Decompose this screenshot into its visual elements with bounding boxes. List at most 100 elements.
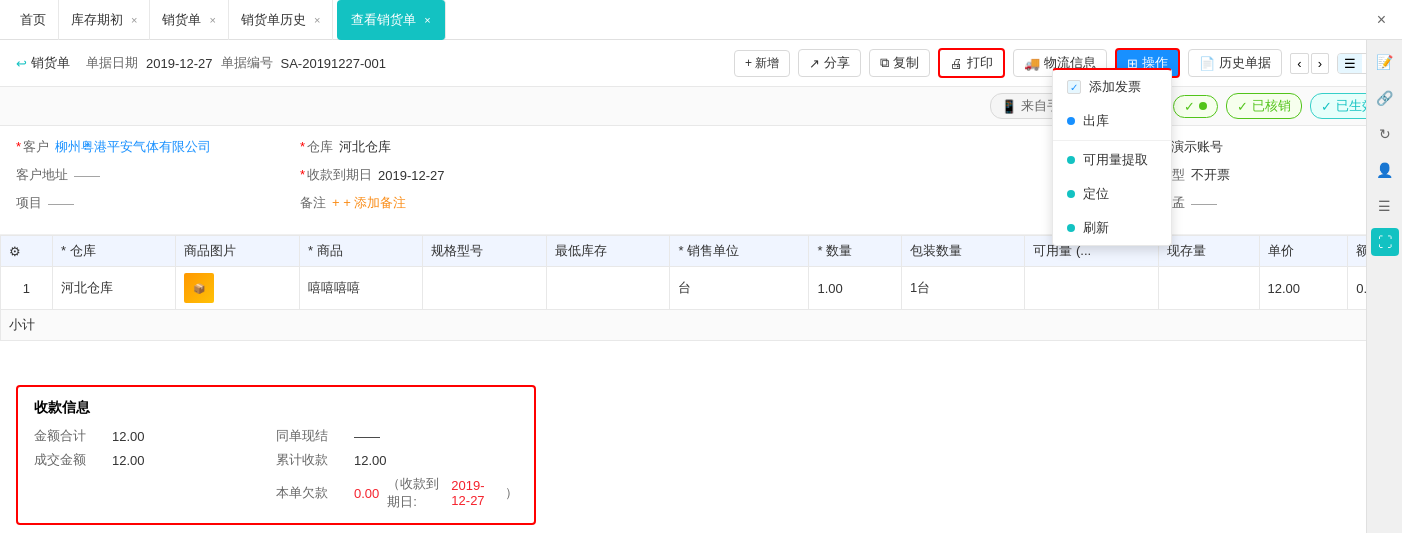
subtotal-row: 小计 [1,310,1402,341]
tab-view-label: 查看销货单 [351,11,416,29]
copy-icon: ⧉ [880,55,889,71]
customer-field: 客户 柳州粤港平安气体有限公司 [16,138,276,156]
dropdown-outbound[interactable]: 出库 [1053,104,1171,138]
share-button[interactable]: ↗ 分享 [798,49,861,77]
address-value: —— [74,168,100,183]
prev-button[interactable]: ‹ [1290,53,1308,74]
project-field: 项目 —— [16,194,276,212]
cyan-dot-icon-3 [1067,224,1075,232]
table-section: ⚙ * 仓库 商品图片 * 商品 规格型号 最低库存 * 销售单位 * 数量 包… [0,235,1402,377]
dropdown-add-invoice[interactable]: ✓ 添加发票 [1053,70,1171,104]
next-button[interactable]: › [1311,53,1329,74]
tab-view-close[interactable]: × [424,14,430,26]
sidebar-link-icon[interactable]: 🔗 [1371,84,1399,112]
table-row: 1 河北仓库 📦 嘻嘻嘻嘻 台 1.00 1台 12.00 [1,267,1402,310]
nav-arrows: ‹ › [1290,53,1329,74]
tab-inventory-close[interactable]: × [131,14,137,26]
product-image: 📦 [184,273,214,303]
window-close-button[interactable]: × [1369,7,1394,32]
copy-button[interactable]: ⧉ 复制 [869,49,930,77]
effective-icon: ✓ [1321,99,1332,114]
print-icon: 🖨 [950,56,963,71]
verified-badge[interactable]: ✓ 已核销 [1226,93,1302,119]
address-label: 客户地址 [16,166,68,184]
doc-meta: 单据日期 2019-12-27 单据编号 SA-20191227-001 [86,54,386,72]
cyan-dot-icon-2 [1067,190,1075,198]
logistics-icon: 🚚 [1024,56,1040,71]
tab-sales-history[interactable]: 销货单历史 × [229,0,333,40]
tab-sales-order-label: 销货单 [162,11,201,29]
sidebar-user-icon[interactable]: 👤 [1371,156,1399,184]
tab-sales-order-close[interactable]: × [209,14,215,26]
doc-toolbar: 📱 来自手机 未开票 ✓ ✓ 已核销 ✓ 已生效 [0,87,1402,126]
col-current-qty: 现存量 [1159,236,1259,267]
payment-row-owed: 本单欠款 0.00 （收款到期日: 2019-12-27 ） [276,475,518,511]
dropdown-locate[interactable]: 定位 [1053,177,1171,211]
payment-row-amount: 金额合计 12.00 [34,427,276,445]
deal-amount-value: 12.00 [112,453,145,468]
project-value: —— [48,196,74,211]
dropdown-available-qty[interactable]: 可用量提取 [1053,143,1171,177]
customer-value[interactable]: 柳州粤港平安气体有限公司 [55,138,211,156]
row-product-img: 📦 [176,267,300,310]
phone-icon: 📱 [1001,99,1017,114]
payment-title: 收款信息 [34,399,518,417]
locate-label: 定位 [1083,185,1109,203]
dropdown-divider-1 [1053,140,1171,141]
confirm-badge[interactable]: ✓ [1173,95,1218,118]
col-min-stock: 最低库存 [546,236,670,267]
col-warehouse: * 仓库 [52,236,176,267]
date-label: 单据日期 [86,54,138,72]
add-button[interactable]: + 新增 [734,50,790,77]
table-header-row: ⚙ * 仓库 商品图片 * 商品 规格型号 最低库存 * 销售单位 * 数量 包… [1,236,1402,267]
dropdown-refresh[interactable]: 刷新 [1053,211,1171,245]
deal-amount-label: 成交金额 [34,451,104,469]
payment-grid: 金额合计 12.00 同单现结 —— 成交金额 12.00 累计收款 12.00… [34,427,518,511]
row-unit: 台 [670,267,809,310]
number-label: 单据编号 [221,54,273,72]
row-warehouse: 河北仓库 [52,267,176,310]
col-qty: * 数量 [809,236,901,267]
owed-date: 2019-12-27 [451,478,497,508]
remark-add[interactable]: + + 添加备注 [332,194,406,212]
tab-bar: 首页 库存期初 × 销货单 × 销货单历史 × 查看销货单 × × [0,0,1402,40]
due-date-field: 收款到期日 2019-12-27 [300,166,560,184]
row-unit-price: 12.00 [1259,267,1348,310]
checkbox-icon: ✓ [1067,80,1081,94]
add-invoice-label: 添加发票 [1089,78,1141,96]
form-row-3: 项目 —— 备注 + + 添加备注 业务员孟 —— [16,194,1386,212]
sidebar-list-icon[interactable]: ☰ [1371,192,1399,220]
sidebar-fullscreen-icon[interactable]: ⛶ [1371,228,1399,256]
amount-value: 12.00 [112,429,145,444]
row-spec [423,267,547,310]
col-product-img: 商品图片 [176,236,300,267]
tab-sales-order[interactable]: 销货单 × [150,0,228,40]
tab-sales-history-close[interactable]: × [314,14,320,26]
number-value: SA-20191227-001 [281,56,387,71]
col-gear: ⚙ [1,236,53,267]
cyan-dot-icon-1 [1067,156,1075,164]
history-button[interactable]: 📄 历史单据 [1188,49,1282,77]
verified-icon: ✓ [1237,99,1248,114]
sidebar-refresh-icon[interactable]: ↻ [1371,120,1399,148]
doc-header: ↩ 销货单 单据日期 2019-12-27 单据编号 SA-20191227-0… [0,40,1402,87]
bill-type-value: 不开票 [1191,166,1230,184]
owed-label: 本单欠款 [276,484,346,502]
col-unit-price: 单价 [1259,236,1348,267]
form-section: 客户 柳州粤港平安气体有限公司 仓库 河北仓库 业务员 演示账号 客户地址 —— [0,126,1402,235]
list-view-button[interactable]: ☰ [1338,54,1362,73]
products-table: ⚙ * 仓库 商品图片 * 商品 规格型号 最低库存 * 销售单位 * 数量 包… [0,235,1402,341]
tab-home[interactable]: 首页 [8,0,59,40]
sales-staff-value: —— [1191,196,1217,211]
tab-inventory-init[interactable]: 库存期初 × [59,0,150,40]
owed-value: 0.00 [354,486,379,501]
tab-inventory-label: 库存期初 [71,11,123,29]
warehouse-field: 仓库 河北仓库 [300,138,560,156]
print-button[interactable]: 🖨 打印 [938,48,1005,78]
tab-view-sales-order[interactable]: 查看销货单 × [337,0,445,40]
payment-section: 收款信息 金额合计 12.00 同单现结 —— 成交金额 12.00 累计收款 … [16,385,536,525]
operation-dropdown: ✓ 添加发票 出库 可用量提取 定位 刷新 [1052,68,1172,246]
doc-type-icon: ↩ [16,56,27,71]
payment-row-deal-amount: 成交金额 12.00 [34,451,276,469]
sidebar-edit-icon[interactable]: 📝 [1371,48,1399,76]
